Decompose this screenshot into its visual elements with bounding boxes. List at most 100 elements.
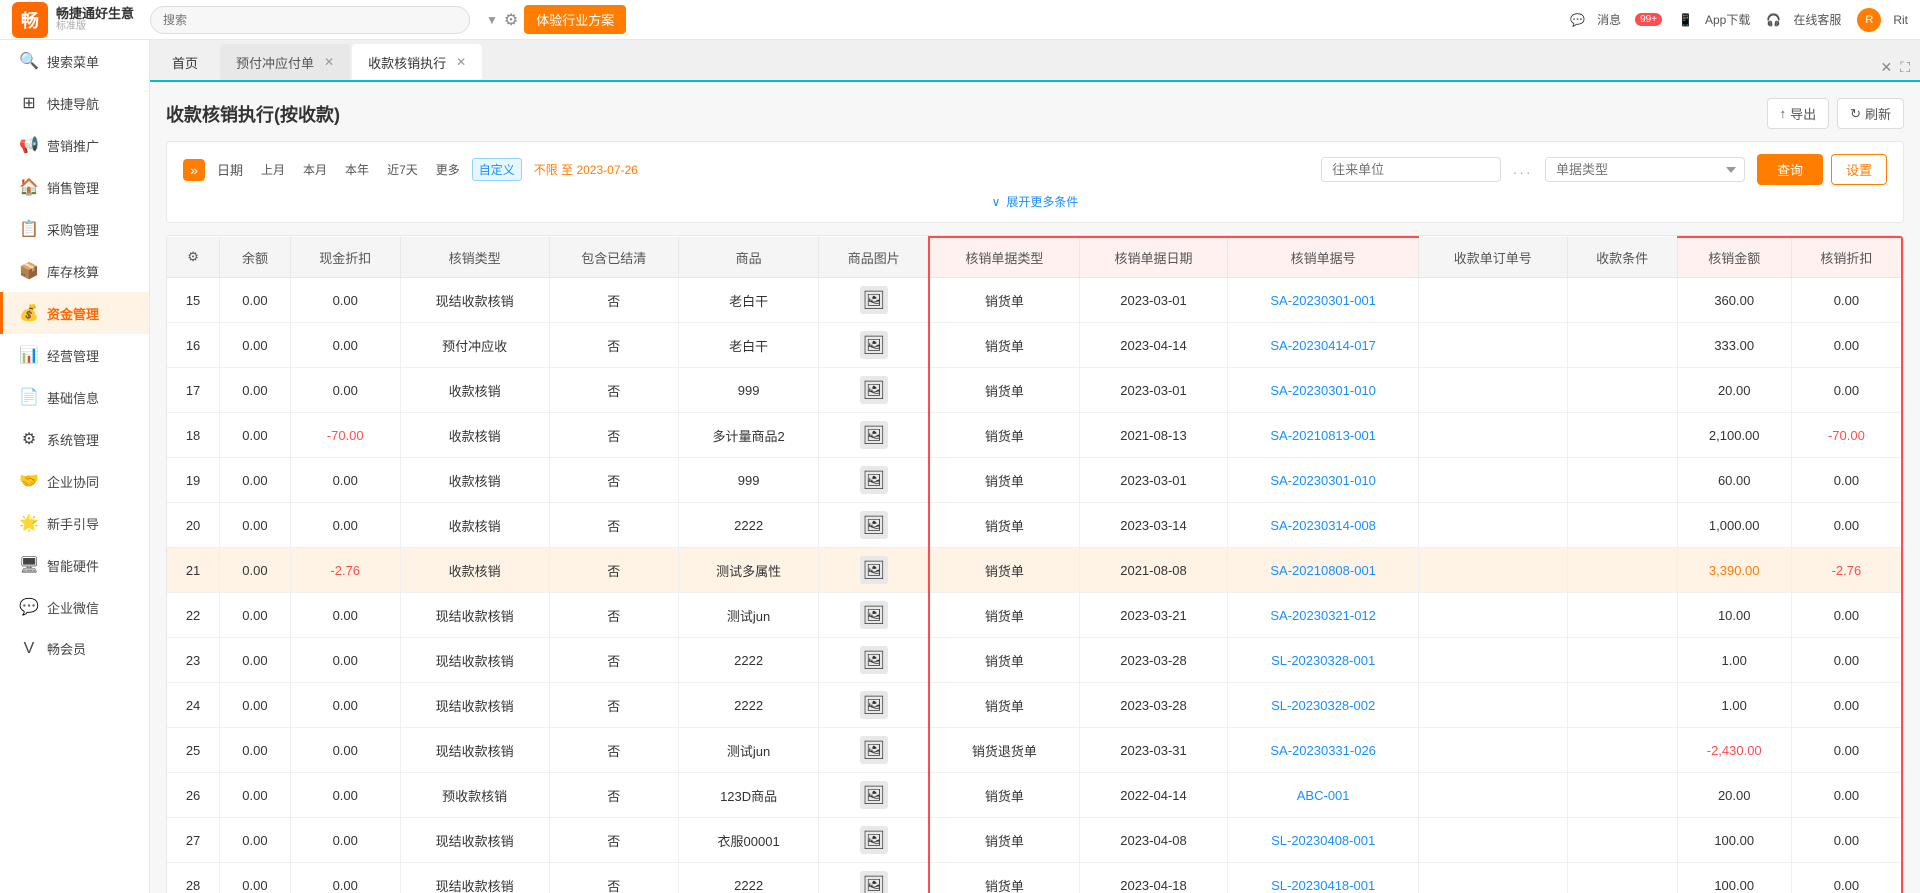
write-off-no-link-24[interactable]: SL-20230328-002: [1271, 698, 1375, 713]
sidebar-label-shortcut: 快捷导航: [47, 94, 99, 113]
cell-balance-25: 0.00: [220, 728, 291, 773]
refresh-icon: ↻: [1850, 106, 1861, 122]
user-group[interactable]: R Rit: [1857, 8, 1908, 32]
filter-buttons: 查询 设置: [1757, 154, 1887, 185]
cell-cash_discount-20: 0.00: [290, 503, 400, 548]
sidebar-icon-guide: 🌟: [19, 513, 39, 533]
cell-goods-19: 999: [678, 458, 818, 503]
col-header-write_off_discount: 核销折扣: [1791, 237, 1902, 278]
sidebar-item-finance[interactable]: 💰 资金管理: [0, 292, 149, 334]
sidebar-item-inventory[interactable]: 📦 库存核算: [0, 250, 149, 292]
cell-write_off_type-17: 销货单: [929, 368, 1079, 413]
sidebar-item-guide[interactable]: 🌟 新手引导: [0, 502, 149, 544]
write-off-no-link-21[interactable]: SA-20210808-001: [1270, 563, 1376, 578]
cell-write_off_type-15: 销货单: [929, 278, 1079, 323]
cell-cash_discount-15: 0.00: [290, 278, 400, 323]
settings-icon[interactable]: ⚙: [504, 10, 518, 30]
query-btn[interactable]: 查询: [1757, 154, 1823, 185]
cell-write_off_discount-21: -2.76: [1791, 548, 1902, 593]
app-download-group[interactable]: 📱 App下载: [1678, 11, 1750, 28]
write-off-no-link-23[interactable]: SL-20230328-001: [1271, 653, 1375, 668]
sidebar-item-hardware[interactable]: 🖥 智能硬件: [0, 544, 149, 586]
sidebar-item-operation[interactable]: 📊 经营管理: [0, 334, 149, 376]
cell-write_off_type-28: 销货单: [929, 863, 1079, 893]
cell-write_off_type-18: 销货单: [929, 413, 1079, 458]
write-off-no-link-22[interactable]: SA-20230321-012: [1270, 608, 1376, 623]
date-range-display: 不限 至 2023-07-26: [534, 161, 1309, 178]
search-bar[interactable]: [150, 6, 470, 34]
message-icon: 💬: [1570, 13, 1585, 27]
write-off-no-link-27[interactable]: SL-20230408-001: [1271, 833, 1375, 848]
sidebar-item-shortcut[interactable]: ⊞ 快捷导航: [0, 82, 149, 124]
cell-cash_discount-18: -70.00: [290, 413, 400, 458]
message-group[interactable]: 💬 消息 99+: [1570, 11, 1662, 28]
cell-goods_img-27: 🖼: [819, 818, 930, 863]
cell-goods_img-25: 🖼: [819, 728, 930, 773]
counterpart-input[interactable]: [1321, 157, 1501, 182]
industry-btn[interactable]: 体验行业方案: [524, 5, 626, 34]
sidebar-item-sales[interactable]: 🏠 销售管理: [0, 166, 149, 208]
cell-write_off_discount-26: 0.00: [1791, 773, 1902, 818]
filter-expand-btn[interactable]: »: [183, 159, 205, 181]
sidebar-label-operation: 经营管理: [47, 346, 99, 365]
cell-write_off_amount-21: 3,390.00: [1677, 548, 1791, 593]
search-input[interactable]: [150, 6, 470, 34]
table-row: 180.00-70.00收款核销否多计量商品2🖼销货单2021-08-13SA-…: [167, 413, 1902, 458]
expand-more-row[interactable]: ∨ 展开更多条件: [183, 193, 1887, 210]
sidebar-item-search[interactable]: 🔍 搜索菜单: [0, 40, 149, 82]
cell-goods_img-16: 🖼: [819, 323, 930, 368]
write-off-no-link-18[interactable]: SA-20210813-001: [1270, 428, 1376, 443]
sidebar-label-finance: 资金管理: [47, 304, 99, 323]
table-row: 260.000.00预收款核销否123D商品🖼销货单2022-04-14ABC-…: [167, 773, 1902, 818]
sidebar-item-marketing[interactable]: 📢 营销推广: [0, 124, 149, 166]
cell-write_off_discount-24: 0.00: [1791, 683, 1902, 728]
refresh-btn[interactable]: ↻ 刷新: [1837, 98, 1904, 129]
cash-discount-val-18: -70.00: [327, 428, 364, 443]
tab-prepay-close[interactable]: ✕: [324, 55, 334, 69]
tab-receipt[interactable]: 收款核销执行 ✕: [352, 44, 482, 80]
write-off-no-link-25[interactable]: SA-20230331-026: [1270, 743, 1376, 758]
filter-settings-btn[interactable]: 设置: [1831, 154, 1887, 185]
sidebar-item-member[interactable]: V 畅会员: [0, 628, 149, 669]
cell-cash_discount-26: 0.00: [290, 773, 400, 818]
cell-receipt_cond-22: [1567, 593, 1677, 638]
date-custom[interactable]: 自定义: [472, 158, 522, 181]
date-label: 日期: [217, 160, 243, 179]
date-more[interactable]: 更多: [430, 159, 466, 180]
cell-settings-18: 18: [167, 413, 220, 458]
write-off-no-link-20[interactable]: SA-20230314-008: [1270, 518, 1376, 533]
sidebar-item-collab[interactable]: 🤝 企业协同: [0, 460, 149, 502]
cell-receipt_cond-20: [1567, 503, 1677, 548]
cell-goods-28: 2222: [678, 863, 818, 893]
write-off-no-link-16[interactable]: SA-20230414-017: [1270, 338, 1376, 353]
write-off-no-link-26[interactable]: ABC-001: [1297, 788, 1350, 803]
write-off-no-link-15[interactable]: SA-20230301-001: [1270, 293, 1376, 308]
date-this-month[interactable]: 本月: [297, 159, 333, 180]
sidebar-item-basic[interactable]: 📄 基础信息: [0, 376, 149, 418]
tab-close-all-icon[interactable]: ✕: [1880, 59, 1892, 76]
date-last-month[interactable]: 上月: [255, 159, 291, 180]
export-btn[interactable]: ↑ 导出: [1767, 98, 1830, 129]
cell-receipt_order-19: [1418, 458, 1567, 503]
tab-prepay[interactable]: 预付冲应付单 ✕: [220, 44, 350, 80]
cell-balance-16: 0.00: [220, 323, 291, 368]
doc-type-select[interactable]: [1545, 157, 1745, 182]
cell-type-19: 收款核销: [400, 458, 549, 503]
tab-receipt-close[interactable]: ✕: [456, 55, 466, 69]
tab-expand-icon[interactable]: ⛶: [1900, 59, 1910, 76]
write-off-no-link-19[interactable]: SA-20230301-010: [1270, 473, 1376, 488]
sidebar-item-system[interactable]: ⚙ 系统管理: [0, 418, 149, 460]
date-7days[interactable]: 近7天: [381, 159, 424, 180]
cell-write_off_no-25: SA-20230331-026: [1228, 728, 1418, 773]
cell-write_off_discount-25: 0.00: [1791, 728, 1902, 773]
tab-home[interactable]: 首页: [152, 44, 218, 80]
cell-cash_discount-17: 0.00: [290, 368, 400, 413]
online-service-group[interactable]: 🎧 在线客服: [1766, 11, 1841, 28]
write-off-no-link-28[interactable]: SL-20230418-001: [1271, 878, 1375, 893]
sidebar-item-wechat[interactable]: 💬 企业微信: [0, 586, 149, 628]
cell-cash_discount-19: 0.00: [290, 458, 400, 503]
date-this-year[interactable]: 本年: [339, 159, 375, 180]
write-off-no-link-17[interactable]: SA-20230301-010: [1270, 383, 1376, 398]
sidebar-icon-sales: 🏠: [19, 177, 39, 197]
sidebar-item-purchase[interactable]: 📋 采购管理: [0, 208, 149, 250]
